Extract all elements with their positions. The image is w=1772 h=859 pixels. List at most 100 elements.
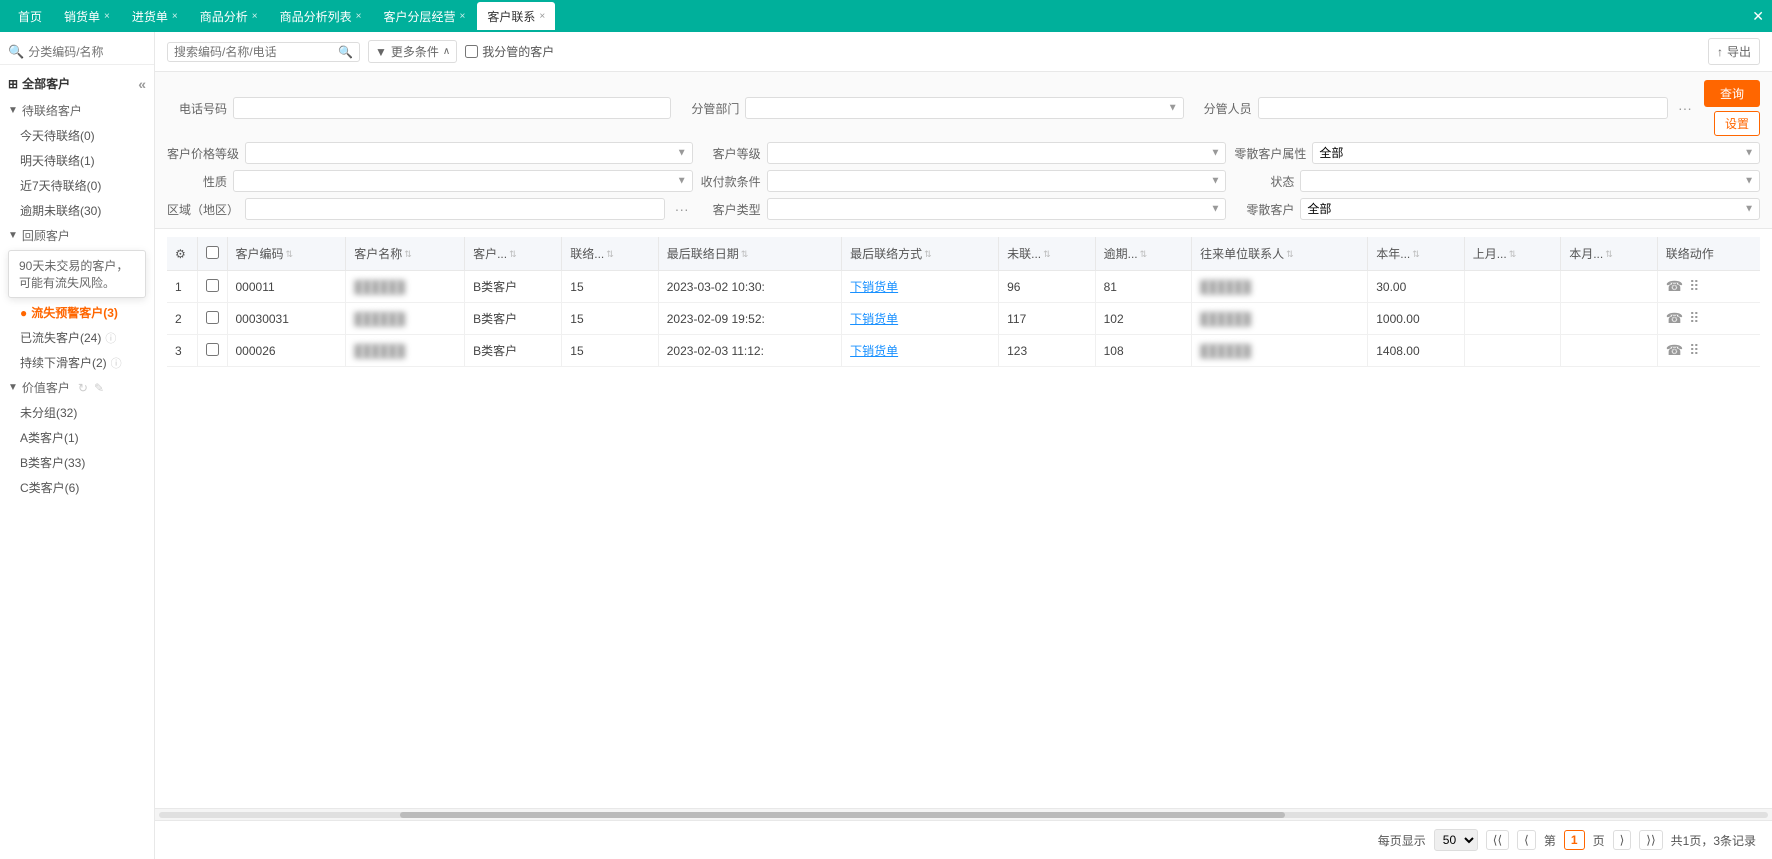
my-customers-checkbox[interactable]	[465, 45, 478, 58]
cell-checkbox[interactable]	[197, 271, 227, 303]
sort-contacts-icon[interactable]: ⇅	[606, 249, 614, 259]
sort-not-contacted-icon[interactable]: ⇅	[1043, 249, 1051, 259]
th-contacts[interactable]: 联络...⇅	[562, 237, 658, 271]
row-checkbox[interactable]	[206, 343, 219, 356]
tab-purchase-close[interactable]: ×	[172, 11, 178, 22]
th-last-month[interactable]: 上月...⇅	[1464, 237, 1560, 271]
th-contact-person[interactable]: 往来单位联系人⇅	[1192, 237, 1368, 271]
page-last-button[interactable]: ⟩⟩	[1639, 830, 1662, 850]
action-more-icon[interactable]: ⠿	[1689, 342, 1699, 359]
filter-region-more-icon[interactable]: ···	[671, 201, 693, 217]
scrollbar-thumb[interactable]	[400, 812, 1285, 818]
filter-status-select[interactable]	[1300, 170, 1760, 192]
sidebar-item-class-c[interactable]: C类客户(6)	[0, 475, 154, 500]
th-checkbox[interactable]	[197, 237, 227, 271]
sidebar-group-pending[interactable]: ▼ 待联络客户	[0, 98, 154, 123]
filter-manager-input[interactable]	[1258, 97, 1668, 119]
th-last-method[interactable]: 最后联络方式⇅	[842, 237, 999, 271]
sort-this-month-icon[interactable]: ⇅	[1605, 249, 1613, 259]
sidebar-item-today[interactable]: 今天待联络(0)	[0, 123, 154, 148]
sort-last-month-icon[interactable]: ⇅	[1509, 249, 1517, 259]
action-contact-icon[interactable]: ☎	[1666, 310, 1683, 327]
sidebar-item-tomorrow[interactable]: 明天待联络(1)	[0, 148, 154, 173]
sidebar-item-churn-warning[interactable]: ● 流失预警客户(3)	[0, 300, 154, 325]
sort-code-icon[interactable]: ⇅	[286, 249, 294, 259]
sort-last-method-icon[interactable]: ⇅	[924, 249, 932, 259]
select-all-checkbox[interactable]	[206, 246, 219, 259]
filter-nature-select[interactable]	[233, 170, 693, 192]
sidebar-search-input[interactable]	[28, 45, 155, 59]
th-this-month[interactable]: 本月...⇅	[1561, 237, 1657, 271]
page-prev-button[interactable]: ⟨	[1517, 830, 1536, 850]
query-button[interactable]: 查询	[1704, 80, 1760, 107]
window-close-icon[interactable]: ✕	[1752, 8, 1764, 25]
filter-zero-customer-select[interactable]: 全部	[1300, 198, 1760, 220]
filter-dept-select[interactable]	[745, 97, 1183, 119]
sort-contact-person-icon[interactable]: ⇅	[1286, 249, 1294, 259]
cell-last-method[interactable]: 下销货单	[842, 335, 999, 367]
sidebar-item-class-a[interactable]: A类客户(1)	[0, 425, 154, 450]
sidebar-item-overdue[interactable]: 逾期未联络(30)	[0, 198, 154, 223]
tab-product-list[interactable]: 商品分析列表 ×	[270, 2, 372, 30]
sidebar-all-customers[interactable]: ⊞ 全部客户 «	[0, 69, 154, 98]
tab-customer-contact[interactable]: 客户联系 ×	[477, 2, 555, 30]
settings-button[interactable]: 设置	[1714, 111, 1760, 136]
filter-price-level-select[interactable]	[245, 142, 693, 164]
sidebar-collapse-icon[interactable]: «	[138, 76, 146, 92]
th-type[interactable]: 客户...⇅	[465, 237, 562, 271]
sort-overdue-icon[interactable]: ⇅	[1140, 249, 1148, 259]
tab-sales[interactable]: 销货单 ×	[54, 2, 120, 30]
refresh-icon[interactable]: ↻	[78, 381, 88, 395]
cell-last-method[interactable]: 下销货单	[842, 271, 999, 303]
th-name[interactable]: 客户名称⇅	[346, 237, 465, 271]
tab-customer-segment-close[interactable]: ×	[459, 11, 465, 22]
tab-customer-contact-close[interactable]: ×	[539, 11, 545, 22]
page-first-button[interactable]: ⟨⟨	[1486, 830, 1509, 850]
row-checkbox[interactable]	[206, 279, 219, 292]
sidebar-group-value[interactable]: ▼ 价值客户 ↻ ✎	[0, 375, 154, 400]
my-customers-checkbox-wrap[interactable]: 我分管的客户	[465, 43, 554, 60]
sort-this-year-icon[interactable]: ⇅	[1412, 249, 1420, 259]
sidebar-item-class-b[interactable]: B类客户(33)	[0, 450, 154, 475]
action-more-icon[interactable]: ⠿	[1689, 278, 1699, 295]
page-next-button[interactable]: ⟩	[1613, 830, 1632, 850]
action-contact-icon[interactable]: ☎	[1666, 278, 1683, 295]
tab-sales-close[interactable]: ×	[104, 11, 110, 22]
sidebar-item-declining[interactable]: 持续下滑客户(2) ⓘ	[0, 350, 154, 375]
sidebar-item-churned[interactable]: 已流失客户(24) ⓘ	[0, 325, 154, 350]
sort-type-icon[interactable]: ⇅	[509, 249, 517, 259]
filter-region-input[interactable]	[245, 198, 665, 220]
sort-last-date-icon[interactable]: ⇅	[741, 249, 749, 259]
filter-payment-select[interactable]	[767, 170, 1227, 192]
cell-checkbox[interactable]	[197, 303, 227, 335]
th-this-year[interactable]: 本年...⇅	[1368, 237, 1464, 271]
filter-customer-type-select[interactable]	[767, 198, 1227, 220]
sort-name-icon[interactable]: ⇅	[404, 249, 412, 259]
search-input[interactable]	[174, 45, 334, 59]
tab-customer-segment[interactable]: 客户分层经营 ×	[373, 2, 475, 30]
filter-customer-level-select[interactable]	[767, 142, 1227, 164]
th-code[interactable]: 客户编码⇅	[227, 237, 346, 271]
cell-last-method[interactable]: 下销货单	[842, 303, 999, 335]
cell-checkbox[interactable]	[197, 335, 227, 367]
filter-phone-input[interactable]	[233, 97, 671, 119]
sidebar-group-review[interactable]: ▼ 回顾客户	[0, 223, 154, 248]
action-contact-icon[interactable]: ☎	[1666, 342, 1683, 359]
th-last-date[interactable]: 最后联络日期⇅	[658, 237, 841, 271]
export-button[interactable]: ↑ 导出	[1708, 38, 1760, 65]
th-overdue[interactable]: 逾期...⇅	[1095, 237, 1191, 271]
filter-zero-attr-select[interactable]: 全部	[1312, 142, 1760, 164]
tab-purchase[interactable]: 进货单 ×	[122, 2, 188, 30]
sidebar-item-ungrouped[interactable]: 未分组(32)	[0, 400, 154, 425]
edit-icon[interactable]: ✎	[94, 381, 104, 395]
filter-manager-more-icon[interactable]: ···	[1674, 100, 1696, 116]
table-settings-icon[interactable]: ⚙	[175, 247, 186, 261]
row-checkbox[interactable]	[206, 311, 219, 324]
action-more-icon[interactable]: ⠿	[1689, 310, 1699, 327]
th-settings[interactable]: ⚙	[167, 237, 197, 271]
tab-product-analysis-close[interactable]: ×	[252, 11, 258, 22]
more-filter-button[interactable]: ▼ 更多条件 ∧	[368, 40, 457, 63]
scrollbar-track[interactable]	[159, 812, 1768, 818]
tab-home[interactable]: 首页	[8, 2, 52, 30]
horizontal-scrollbar[interactable]	[155, 808, 1772, 820]
